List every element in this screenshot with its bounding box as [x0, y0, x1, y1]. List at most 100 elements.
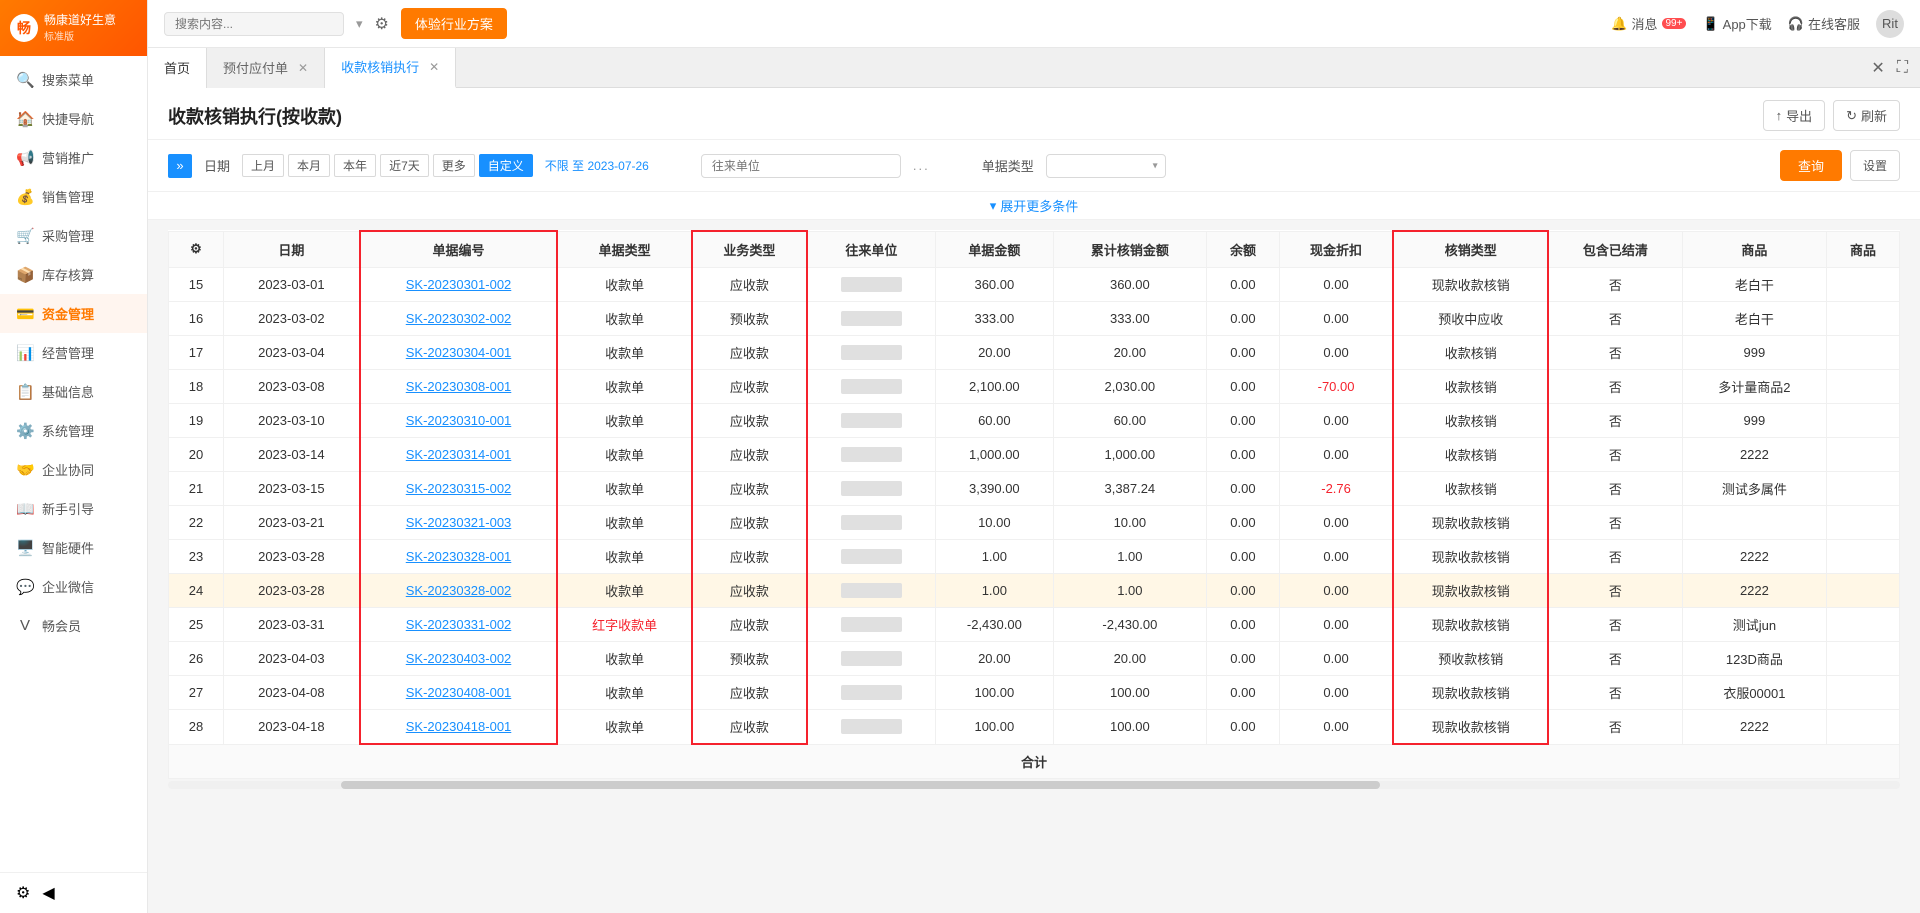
cell-amount: 60.00	[936, 404, 1054, 438]
sidebar-item-vip[interactable]: V畅会员	[0, 606, 147, 645]
date-7days-btn[interactable]: 近7天	[380, 154, 429, 177]
bill-no-link[interactable]: SK-20230310-001	[406, 413, 512, 428]
th-goods[interactable]: 商品	[1682, 231, 1826, 268]
table-row: 19 2023-03-10 SK-20230310-001 收款单 应收款 60…	[169, 404, 1900, 438]
bill-no-link[interactable]: SK-20230315-002	[406, 481, 512, 496]
prepay-tab-label: 预付应付单	[223, 58, 288, 77]
cell-bill-type: 收款单	[557, 574, 692, 608]
th-gear[interactable]: ⚙	[169, 231, 224, 268]
bill-no-link[interactable]: SK-20230331-002	[406, 617, 512, 632]
horizontal-scrollbar[interactable]	[168, 781, 1900, 789]
sidebar-item-hardware[interactable]: 🖥️智能硬件	[0, 528, 147, 567]
bill-type-select[interactable]	[1046, 154, 1166, 178]
query-btn[interactable]: 查询	[1780, 150, 1842, 181]
cell-biz-type: 应收款	[692, 404, 807, 438]
online-service-item[interactable]: 🎧 在线客服	[1788, 14, 1860, 33]
cell-amount: 100.00	[936, 676, 1054, 710]
tab-prepay[interactable]: 预付应付单 ✕	[207, 48, 325, 88]
cell-include-settled: 否	[1548, 472, 1682, 506]
filter-toggle-btn[interactable]: »	[168, 154, 192, 178]
sidebar-item-marketing[interactable]: 📢营销推广	[0, 138, 147, 177]
sidebar-item-basic[interactable]: 📋基础信息	[0, 372, 147, 411]
sidebar-item-finance[interactable]: 💳资金管理	[0, 294, 147, 333]
th-cash-discount[interactable]: 现金折扣	[1279, 231, 1393, 268]
bill-no-link[interactable]: SK-20230308-001	[406, 379, 512, 394]
date-prev-month-btn[interactable]: 上月	[242, 154, 284, 177]
bill-no-link[interactable]: SK-20230302-002	[406, 311, 512, 326]
table-row: 15 2023-03-01 SK-20230301-002 收款单 应收款 36…	[169, 268, 1900, 302]
table-row: 16 2023-03-02 SK-20230302-002 收款单 预收款 33…	[169, 302, 1900, 336]
sidebar-item-search[interactable]: 🔍搜索菜单	[0, 60, 147, 99]
verify-tab-close[interactable]: ✕	[429, 60, 439, 74]
app-download-item[interactable]: 📱 App下载	[1702, 14, 1771, 33]
bill-no-link[interactable]: SK-20230328-002	[406, 583, 512, 598]
scrollbar-thumb[interactable]	[341, 781, 1380, 789]
search-input[interactable]	[164, 12, 344, 36]
cell-goods2	[1827, 302, 1900, 336]
bill-no-link[interactable]: SK-20230403-002	[406, 651, 512, 666]
gear-icon[interactable]: ⚙	[375, 14, 389, 34]
bill-no-link[interactable]: SK-20230328-001	[406, 549, 512, 564]
date-custom-btn[interactable]: 自定义	[479, 154, 533, 177]
table-row: 27 2023-04-08 SK-20230408-001 收款单 应收款 10…	[169, 676, 1900, 710]
bill-no-link[interactable]: SK-20230314-001	[406, 447, 512, 462]
bill-no-link[interactable]: SK-20230408-001	[406, 685, 512, 700]
bill-no-link[interactable]: SK-20230301-002	[406, 277, 512, 292]
cell-bill-no: SK-20230328-002	[360, 574, 558, 608]
tab-close-all-btn[interactable]: ✕	[1867, 54, 1888, 82]
system-icon: ⚙️	[16, 422, 34, 440]
messages-item[interactable]: 🔔 消息 99+	[1611, 14, 1686, 33]
refresh-btn[interactable]: ↻ 刷新	[1833, 100, 1900, 131]
industry-btn[interactable]: 体验行业方案	[401, 8, 507, 39]
th-biz-type[interactable]: 业务类型	[692, 231, 807, 268]
th-amount[interactable]: 单据金额	[936, 231, 1054, 268]
tabbar: 首页 预付应付单 ✕ 收款核销执行 ✕ ✕ ⛶	[148, 48, 1920, 88]
cell-verify-type: 现款收款核销	[1393, 540, 1548, 574]
settings-icon[interactable]: ⚙	[16, 883, 30, 903]
th-verify-amount[interactable]: 累计核销金额	[1053, 231, 1206, 268]
partner-input[interactable]	[701, 154, 901, 178]
th-include-settled[interactable]: 包含已结清	[1548, 231, 1682, 268]
sidebar-item-wechat[interactable]: 💬企业微信	[0, 567, 147, 606]
settings-btn[interactable]: 设置	[1850, 150, 1900, 181]
sidebar-item-purchase[interactable]: 🛒采购管理	[0, 216, 147, 255]
th-date[interactable]: 日期	[223, 231, 359, 268]
cell-verify-type: 现款收款核销	[1393, 268, 1548, 302]
tab-home[interactable]: 首页	[148, 48, 207, 88]
finance-icon: 💳	[16, 305, 34, 323]
user-avatar[interactable]: Rit	[1876, 10, 1904, 38]
expand-more-btn[interactable]: ▾ 展开更多条件	[148, 192, 1920, 219]
cell-bill-no: SK-20230310-001	[360, 404, 558, 438]
cell-bill-no: SK-20230302-002	[360, 302, 558, 336]
export-btn[interactable]: ↑ 导出	[1763, 100, 1826, 131]
bill-no-link[interactable]: SK-20230304-001	[406, 345, 512, 360]
date-more-btn[interactable]: 更多	[433, 154, 475, 177]
th-bill-type[interactable]: 单据类型	[557, 231, 692, 268]
sidebar-item-guide[interactable]: 📖新手引导	[0, 489, 147, 528]
th-goods2[interactable]: 商品	[1827, 231, 1900, 268]
prepay-tab-close[interactable]: ✕	[298, 61, 308, 75]
th-balance[interactable]: 余额	[1207, 231, 1280, 268]
sidebar-item-collab[interactable]: 🤝企业协同	[0, 450, 147, 489]
th-verify-type[interactable]: 核销类型	[1393, 231, 1548, 268]
th-bill-no[interactable]: 单据编号	[360, 231, 558, 268]
dropdown-icon[interactable]: ▾	[356, 16, 363, 32]
th-partner[interactable]: 往来单位	[807, 231, 936, 268]
cell-date: 2023-03-31	[223, 608, 359, 642]
bill-no-link[interactable]: SK-20230321-003	[406, 515, 512, 530]
tab-maximize-btn[interactable]: ⛶	[1893, 55, 1912, 81]
cell-partner	[807, 268, 936, 302]
collapse-icon[interactable]: ◀	[42, 883, 54, 903]
bill-no-link[interactable]: SK-20230418-001	[406, 719, 512, 734]
date-this-month-btn[interactable]: 本月	[288, 154, 330, 177]
wechat-icon: 💬	[16, 578, 34, 596]
sidebar-item-system[interactable]: ⚙️系统管理	[0, 411, 147, 450]
tab-verify[interactable]: 收款核销执行 ✕	[325, 48, 456, 88]
sidebar-item-quick[interactable]: 🏠快捷导航	[0, 99, 147, 138]
sidebar-item-sales[interactable]: 💰销售管理	[0, 177, 147, 216]
date-this-year-btn[interactable]: 本年	[334, 154, 376, 177]
cell-verify-type: 现款收款核销	[1393, 608, 1548, 642]
cell-date: 2023-03-02	[223, 302, 359, 336]
sidebar-item-inventory[interactable]: 📦库存核算	[0, 255, 147, 294]
sidebar-item-operation[interactable]: 📊经营管理	[0, 333, 147, 372]
